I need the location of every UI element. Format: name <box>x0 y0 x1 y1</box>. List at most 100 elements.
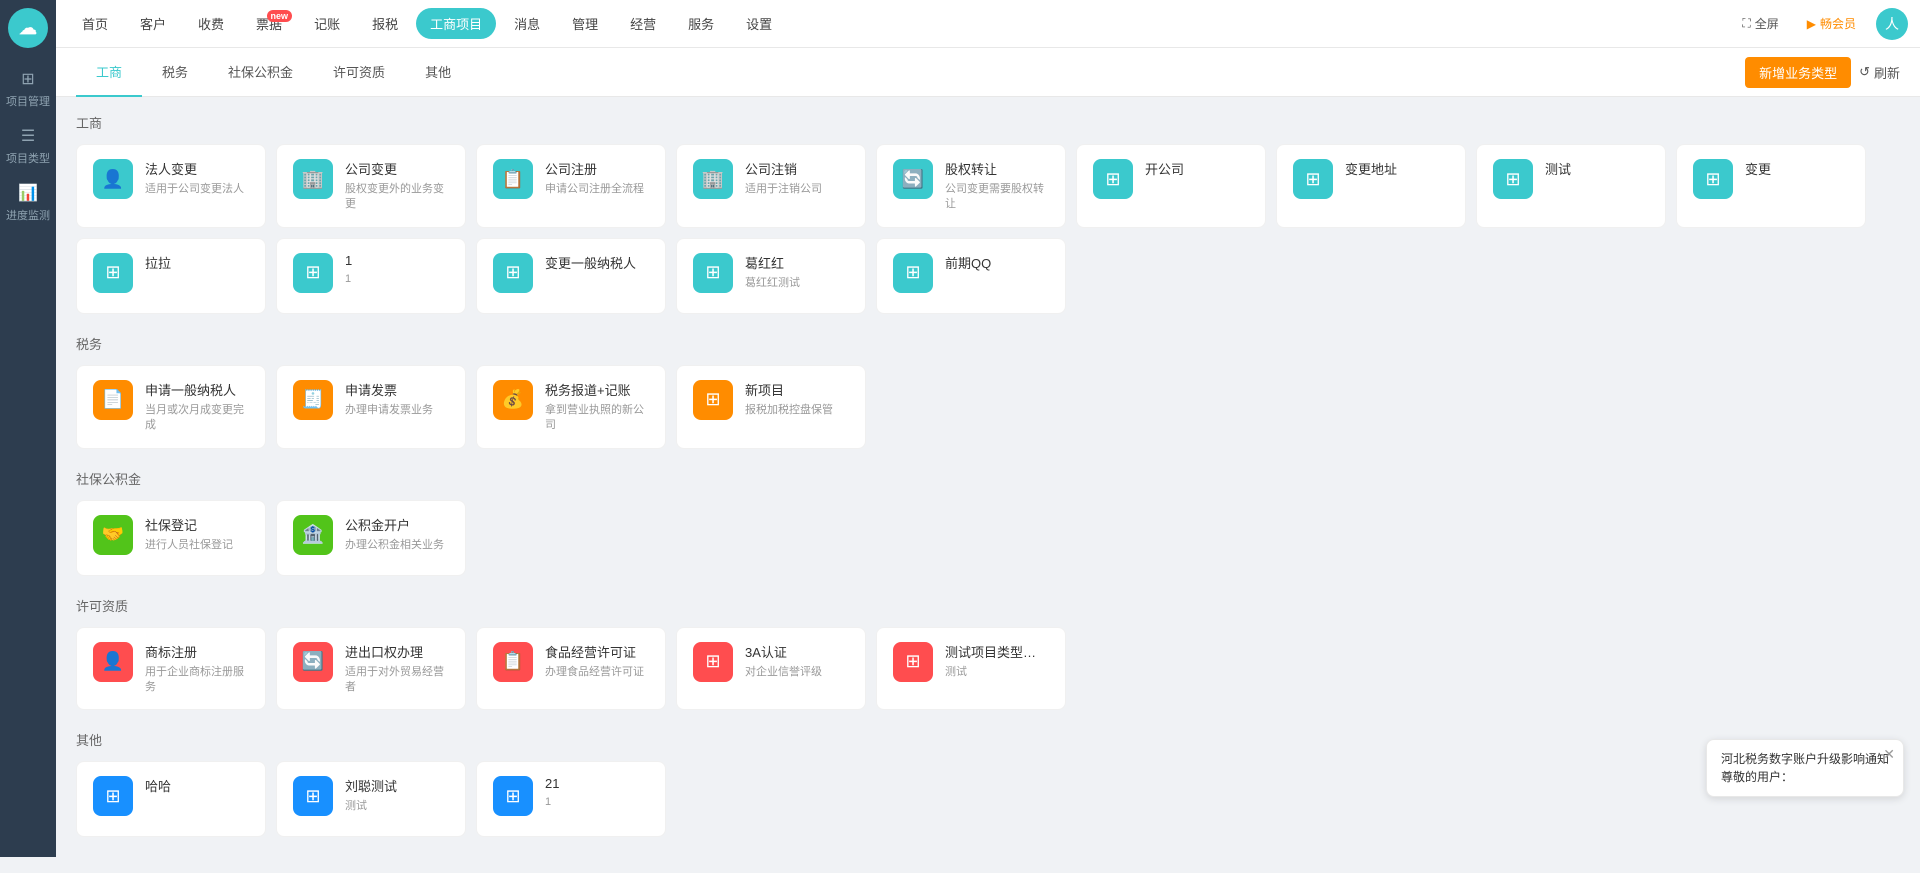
notification-title: 河北税务数字账户升级影响通知 <box>1721 750 1889 768</box>
card-21[interactable]: ⊞ 21 1 <box>476 761 666 837</box>
card-import-export-icon: 🔄 <box>293 642 333 682</box>
card-company-change-desc: 股权变更外的业务变更 <box>345 182 449 213</box>
tab-license[interactable]: 许可资质 <box>313 48 405 97</box>
section-license-title: 许可资质 <box>76 596 1900 615</box>
project-type-icon: ☰ <box>17 125 39 147</box>
card-general-taxpayer[interactable]: ⊞ 变更一般纳税人 <box>476 238 666 314</box>
nav-item-tax[interactable]: 报税 <box>358 8 412 39</box>
card-food-license[interactable]: 📋 食品经营许可证 办理食品经营许可证 <box>476 627 666 711</box>
card-open-company-title: 开公司 <box>1145 159 1249 178</box>
fullscreen-button[interactable]: ⛶ 全屏 <box>1734 11 1786 36</box>
tab-social[interactable]: 社保公积金 <box>208 48 313 97</box>
card-test-title: 测试 <box>1545 159 1649 178</box>
sidebar-item-project-management[interactable]: ⊞ 项目管理 <box>0 60 56 117</box>
user-avatar[interactable]: 人 <box>1876 8 1908 40</box>
card-liucong-desc: 测试 <box>345 799 449 814</box>
tab-tax[interactable]: 税务 <box>142 48 208 97</box>
card-social-register-title: 社保登记 <box>145 515 249 534</box>
member-button[interactable]: ▶ 畅会员 <box>1799 11 1864 36</box>
refresh-button[interactable]: ↺ 刷新 <box>1859 63 1900 82</box>
card-general-taxpayer-icon: ⊞ <box>493 253 533 293</box>
card-company-cancel[interactable]: 🏢 公司注销 适用于注销公司 <box>676 144 866 228</box>
card-test-type[interactable]: ⊞ 测试项目类型目定义 测试 <box>876 627 1066 711</box>
card-change-address[interactable]: ⊞ 变更地址 <box>1276 144 1466 228</box>
card-change2-icon: ⊞ <box>1693 159 1733 199</box>
card-change2-title: 变更 <box>1745 159 1849 178</box>
progress-icon: 📊 <box>17 182 39 204</box>
card-lala-icon: ⊞ <box>93 253 133 293</box>
card-new-project-title: 新项目 <box>745 380 849 399</box>
card-apply-invoice[interactable]: 🧾 申请发票 办理申请发票业务 <box>276 365 466 449</box>
section-other-title: 其他 <box>76 730 1900 749</box>
card-legal-change[interactable]: 👤 法人变更 适用于公司变更法人 <box>76 144 266 228</box>
card-one-desc: 1 <box>345 272 449 287</box>
project-management-icon: ⊞ <box>17 68 39 90</box>
card-trademark[interactable]: 👤 商标注册 用于企业商标注册服务 <box>76 627 266 711</box>
nav-item-accounting[interactable]: 记账 <box>300 8 354 39</box>
card-21-icon: ⊞ <box>493 776 533 816</box>
nav-item-message[interactable]: 消息 <box>500 8 554 39</box>
card-fund-account[interactable]: 🏦 公积金开户 办理公积金相关业务 <box>276 500 466 576</box>
card-3a-title: 3A认证 <box>745 642 849 661</box>
card-lala[interactable]: ⊞ 拉拉 <box>76 238 266 314</box>
logo[interactable]: ☁ <box>8 8 48 48</box>
avatar-initial: 人 <box>1885 14 1899 34</box>
nav-item-manage[interactable]: 管理 <box>558 8 612 39</box>
card-legal-change-title: 法人变更 <box>145 159 249 178</box>
card-test[interactable]: ⊞ 测试 <box>1476 144 1666 228</box>
card-company-register-icon: 📋 <box>493 159 533 199</box>
nav-item-settings[interactable]: 设置 <box>732 8 786 39</box>
card-3a[interactable]: ⊞ 3A认证 对企业信誉评级 <box>676 627 866 711</box>
nav-item-operation[interactable]: 经营 <box>616 8 670 39</box>
card-company-change-title: 公司变更 <box>345 159 449 178</box>
card-liucong[interactable]: ⊞ 刘聪测试 测试 <box>276 761 466 837</box>
card-apply-general[interactable]: 📄 申请一般纳税人 当月或次月成变更完成 <box>76 365 266 449</box>
nav-right: ⛶ 全屏 ▶ 畅会员 人 <box>1734 8 1908 40</box>
card-import-export[interactable]: 🔄 进出口权办理 适用于对外贸易经营者 <box>276 627 466 711</box>
nav-item-industry[interactable]: 工商项目 <box>416 8 496 39</box>
card-gehonghong[interactable]: ⊞ 葛红红 葛红红测试 <box>676 238 866 314</box>
card-open-company[interactable]: ⊞ 开公司 <box>1076 144 1266 228</box>
card-change2[interactable]: ⊞ 变更 <box>1676 144 1866 228</box>
card-tax-accounting[interactable]: 💰 税务报道+记账 拿到营业执照的新公司 <box>476 365 666 449</box>
card-one[interactable]: ⊞ 1 1 <box>276 238 466 314</box>
section-tax: 税务 📄 申请一般纳税人 当月或次月成变更完成 🧾 申请发票 办理申请发票业务 <box>76 334 1900 449</box>
card-company-cancel-title: 公司注销 <box>745 159 849 178</box>
card-haha-title: 哈哈 <box>145 776 249 795</box>
card-company-change[interactable]: 🏢 公司变更 股权变更外的业务变更 <box>276 144 466 228</box>
card-new-project[interactable]: ⊞ 新项目 报税加税控盘保管 <box>676 365 866 449</box>
card-social-register[interactable]: 🤝 社保登记 进行人员社保登记 <box>76 500 266 576</box>
card-test-icon: ⊞ <box>1493 159 1533 199</box>
card-fund-account-desc: 办理公积金相关业务 <box>345 538 449 553</box>
card-trademark-icon: 👤 <box>93 642 133 682</box>
notification-close-button[interactable]: ✕ <box>1883 746 1895 763</box>
nav-item-fee[interactable]: 收费 <box>184 8 238 39</box>
card-3a-icon: ⊞ <box>693 642 733 682</box>
card-equity-transfer[interactable]: 🔄 股权转让 公司变更需要股权转让 <box>876 144 1066 228</box>
card-company-change-icon: 🏢 <box>293 159 333 199</box>
card-equity-transfer-desc: 公司变更需要股权转让 <box>945 182 1049 213</box>
tab-industry[interactable]: 工商 <box>76 48 142 97</box>
new-type-button[interactable]: 新增业务类型 <box>1745 57 1851 88</box>
card-test-type-icon: ⊞ <box>893 642 933 682</box>
main-content: 工商 税务 社保公积金 许可资质 其他 新增业务类型 ↺ 刷新 工商 👤 法人变… <box>56 48 1920 873</box>
sidebar-item-project-type[interactable]: ☰ 项目类型 <box>0 117 56 174</box>
sidebar-item-progress[interactable]: 📊 进度监测 <box>0 174 56 231</box>
card-company-register-desc: 申请公司注册全流程 <box>545 182 649 197</box>
section-industry-title: 工商 <box>76 113 1900 132</box>
tab-other[interactable]: 其他 <box>405 48 471 97</box>
card-21-desc: 1 <box>545 795 649 810</box>
card-fund-account-icon: 🏦 <box>293 515 333 555</box>
nav-item-ticket[interactable]: 票据 new <box>242 8 296 39</box>
card-legal-change-desc: 适用于公司变更法人 <box>145 182 249 197</box>
card-open-company-icon: ⊞ <box>1093 159 1133 199</box>
nav-item-customer[interactable]: 客户 <box>126 8 180 39</box>
card-company-register[interactable]: 📋 公司注册 申请公司注册全流程 <box>476 144 666 228</box>
member-label: 畅会员 <box>1820 15 1856 32</box>
card-haha[interactable]: ⊞ 哈哈 <box>76 761 266 837</box>
card-gehonghong-icon: ⊞ <box>693 253 733 293</box>
card-qq[interactable]: ⊞ 前期QQ <box>876 238 1066 314</box>
nav-item-home[interactable]: 首页 <box>68 8 122 39</box>
nav-item-service[interactable]: 服务 <box>674 8 728 39</box>
card-food-license-title: 食品经营许可证 <box>545 642 649 661</box>
